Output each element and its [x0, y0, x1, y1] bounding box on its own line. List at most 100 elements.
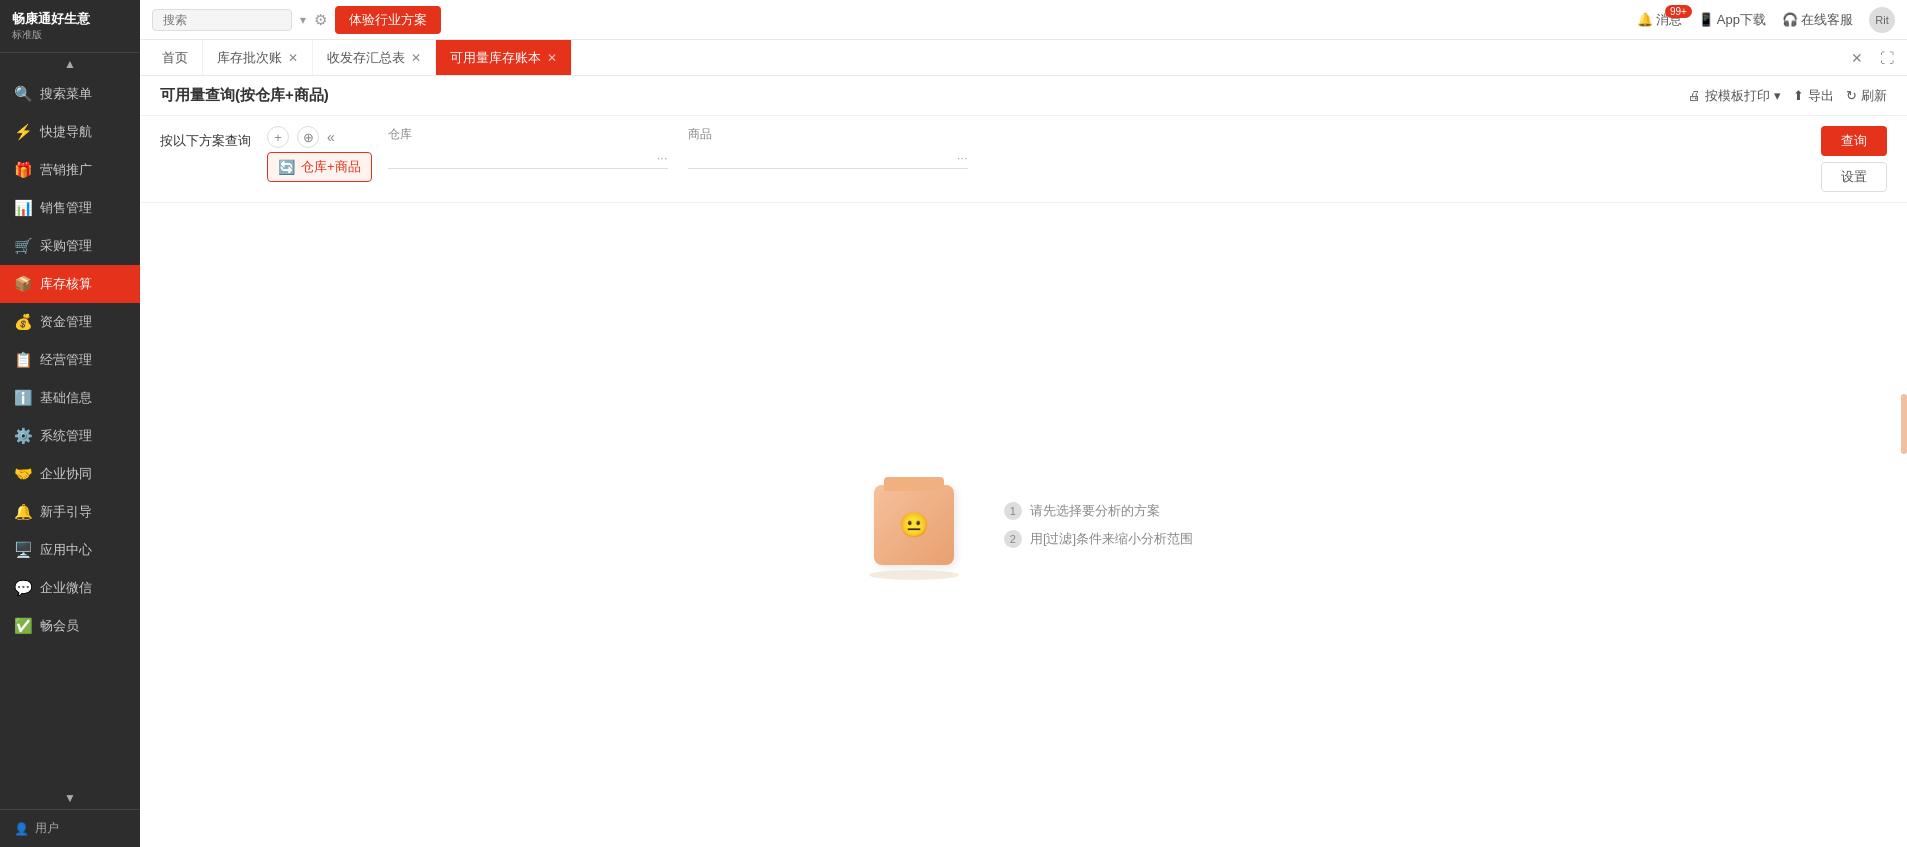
right-scrollbar[interactable] [1901, 394, 1907, 454]
warehouse-more-icon[interactable]: ··· [657, 150, 668, 165]
add-scheme-btn[interactable]: + [267, 126, 289, 148]
filter-label: 按以下方案查询 [160, 126, 251, 150]
sidebar-label-app-center: 应用中心 [40, 541, 92, 559]
sidebar-item-search[interactable]: 🔍 搜索菜单 [0, 75, 140, 113]
tab-batch-account[interactable]: 库存批次账 ✕ [203, 40, 313, 75]
sidebar-label-shortcut: 快捷导航 [40, 123, 92, 141]
user-icon: 👤 [14, 822, 29, 836]
tab-available-qty[interactable]: 可用量库存账本✕ [436, 40, 572, 75]
empty-tips: 1 请先选择要分析的方案 2 用[过滤]条件来缩小分析范围 [1004, 502, 1193, 548]
sidebar-item-system-mgmt[interactable]: ⚙️ 系统管理 [0, 417, 140, 455]
notification-badge: 99+ [1665, 5, 1692, 18]
sidebar-item-funds-mgmt[interactable]: 💰 资金管理 [0, 303, 140, 341]
action-buttons: 查询 设置 [1821, 126, 1887, 192]
sidebar-item-enterprise-wechat[interactable]: 💬 企业微信 [0, 569, 140, 607]
sidebar-item-member[interactable]: ✅ 畅会员 [0, 607, 140, 645]
close-all-tabs-btn[interactable]: ✕ [1845, 46, 1869, 70]
empty-tip-2: 2 用[过滤]条件来缩小分析范围 [1004, 530, 1193, 548]
try-industry-btn[interactable]: 体验行业方案 [335, 6, 441, 34]
search-chevron-icon[interactable]: ▾ [300, 13, 306, 27]
sidebar-scroll-down[interactable]: ▼ [0, 787, 140, 809]
warehouse-label: 仓库 [388, 126, 668, 143]
tip-num-1: 1 [1004, 502, 1022, 520]
sidebar: 畅康通好生意 标准版 ▲ 🔍 搜索菜单 ⚡ 快捷导航 🎁 营销推广 📊 销售管理… [0, 0, 140, 847]
product-more-icon[interactable]: ··· [957, 150, 968, 165]
sidebar-label-sales-mgmt: 销售管理 [40, 199, 92, 217]
manage-scheme-btn[interactable]: ⊕ [297, 126, 319, 148]
sidebar-item-shortcut[interactable]: ⚡ 快捷导航 [0, 113, 140, 151]
product-input[interactable] [688, 145, 968, 169]
export-btn[interactable]: ⬆ 导出 [1793, 87, 1834, 105]
print-btn[interactable]: 🖨 按模板打印 ▾ [1688, 87, 1781, 105]
refresh-label: 刷新 [1861, 87, 1887, 105]
refresh-icon: ↻ [1846, 88, 1857, 103]
sidebar-label-system-mgmt: 系统管理 [40, 427, 92, 445]
inventory-calc-icon: 📦 [14, 275, 32, 293]
sidebar-label-basic-info: 基础信息 [40, 389, 92, 407]
empty-tip-1: 1 请先选择要分析的方案 [1004, 502, 1193, 520]
sidebar-item-basic-info[interactable]: ℹ️ 基础信息 [0, 379, 140, 417]
search-input[interactable] [152, 9, 292, 31]
warehouse-input[interactable] [388, 145, 668, 169]
export-label: 导出 [1808, 87, 1834, 105]
sidebar-item-enterprise-collab[interactable]: 🤝 企业协同 [0, 455, 140, 493]
ops-mgmt-icon: 📋 [14, 351, 32, 369]
sidebar-footer[interactable]: 👤 用户 [0, 809, 140, 847]
empty-state: 😐 1 请先选择要分析的方案 2 用[过滤]条件来缩小分析范围 [140, 203, 1907, 847]
sidebar-item-app-center[interactable]: 🖥️ 应用中心 [0, 531, 140, 569]
sidebar-label-purchase-mgmt: 采购管理 [40, 237, 92, 255]
bell-icon: 🔔 [1637, 12, 1653, 27]
page-header: 可用量查询(按仓库+商品) 🖨 按模板打印 ▾ ⬆ 导出 ↻ 刷新 [140, 76, 1907, 116]
page-title: 可用量查询(按仓库+商品) [160, 86, 329, 105]
print-chevron-icon[interactable]: ▾ [1774, 88, 1781, 103]
sidebar-label-search: 搜索菜单 [40, 85, 92, 103]
scheme-actions: + ⊕ « [267, 126, 372, 148]
sidebar-item-sales-mgmt[interactable]: 📊 销售管理 [0, 189, 140, 227]
sidebar-scroll-up[interactable]: ▲ [0, 53, 140, 75]
system-mgmt-icon: ⚙️ [14, 427, 32, 445]
tab-home[interactable]: 首页 [148, 40, 203, 75]
app-download-label: App下载 [1717, 11, 1766, 29]
export-icon: ⬆ [1793, 88, 1804, 103]
user-name: Rit [1875, 14, 1888, 26]
sidebar-label-enterprise-collab: 企业协同 [40, 465, 92, 483]
settings-gear-icon[interactable]: ⚙ [314, 11, 327, 29]
online-service-label: 在线客服 [1801, 11, 1853, 29]
tab-recv-summary[interactable]: 收发存汇总表✕ [313, 40, 436, 75]
tab-close-recv-summary[interactable]: ✕ [411, 51, 421, 65]
sidebar-item-marketing-promo[interactable]: 🎁 营销推广 [0, 151, 140, 189]
tab-label-batch-account: 库存批次账 [217, 49, 282, 67]
app-download-btn[interactable]: 📱 App下载 [1698, 11, 1766, 29]
query-btn[interactable]: 查询 [1821, 126, 1887, 156]
tab-close-available-qty[interactable]: ✕ [547, 51, 557, 65]
sidebar-item-ops-mgmt[interactable]: 📋 经营管理 [0, 341, 140, 379]
settings-btn[interactable]: 设置 [1821, 162, 1887, 192]
sidebar-item-purchase-mgmt[interactable]: 🛒 采购管理 [0, 227, 140, 265]
scheme-icon: 🔄 [278, 159, 295, 175]
refresh-btn[interactable]: ↻ 刷新 [1846, 87, 1887, 105]
product-field: 商品 ··· [688, 126, 968, 169]
brand-name: 畅康通好生意 [12, 10, 128, 28]
tab-bar-end: ✕ ⛶ [1837, 40, 1907, 75]
expand-tabs-btn[interactable]: ⛶ [1875, 46, 1899, 70]
notification-btn[interactable]: 🔔 消息 99+ [1637, 11, 1682, 29]
collapse-filter-btn[interactable]: « [327, 129, 335, 145]
new-guide-icon: 🔔 [14, 503, 32, 521]
sidebar-label-new-guide: 新手引导 [40, 503, 92, 521]
enterprise-wechat-icon: 💬 [14, 579, 32, 597]
tip-num-2: 2 [1004, 530, 1022, 548]
online-service-btn[interactable]: 🎧 在线客服 [1782, 11, 1853, 29]
search-icon: 🔍 [14, 85, 32, 103]
sidebar-user: 用户 [35, 820, 59, 837]
sidebar-label-member: 畅会员 [40, 617, 79, 635]
sidebar-item-new-guide[interactable]: 🔔 新手引导 [0, 493, 140, 531]
avatar[interactable]: Rit [1869, 7, 1895, 33]
sidebar-item-inventory-calc[interactable]: 📦 库存核算 [0, 265, 140, 303]
warehouse-field: 仓库 ··· [388, 126, 668, 169]
scheme-item-warehouse-product[interactable]: 🔄 仓库+商品 [267, 152, 372, 182]
page-actions: 🖨 按模板打印 ▾ ⬆ 导出 ↻ 刷新 [1688, 87, 1887, 105]
filter-area: 按以下方案查询 + ⊕ « 🔄 仓库+商品 仓库 ··· 商品 [140, 116, 1907, 203]
sidebar-label-enterprise-wechat: 企业微信 [40, 579, 92, 597]
tab-close-batch-account[interactable]: ✕ [288, 51, 298, 65]
shortcut-icon: ⚡ [14, 123, 32, 141]
